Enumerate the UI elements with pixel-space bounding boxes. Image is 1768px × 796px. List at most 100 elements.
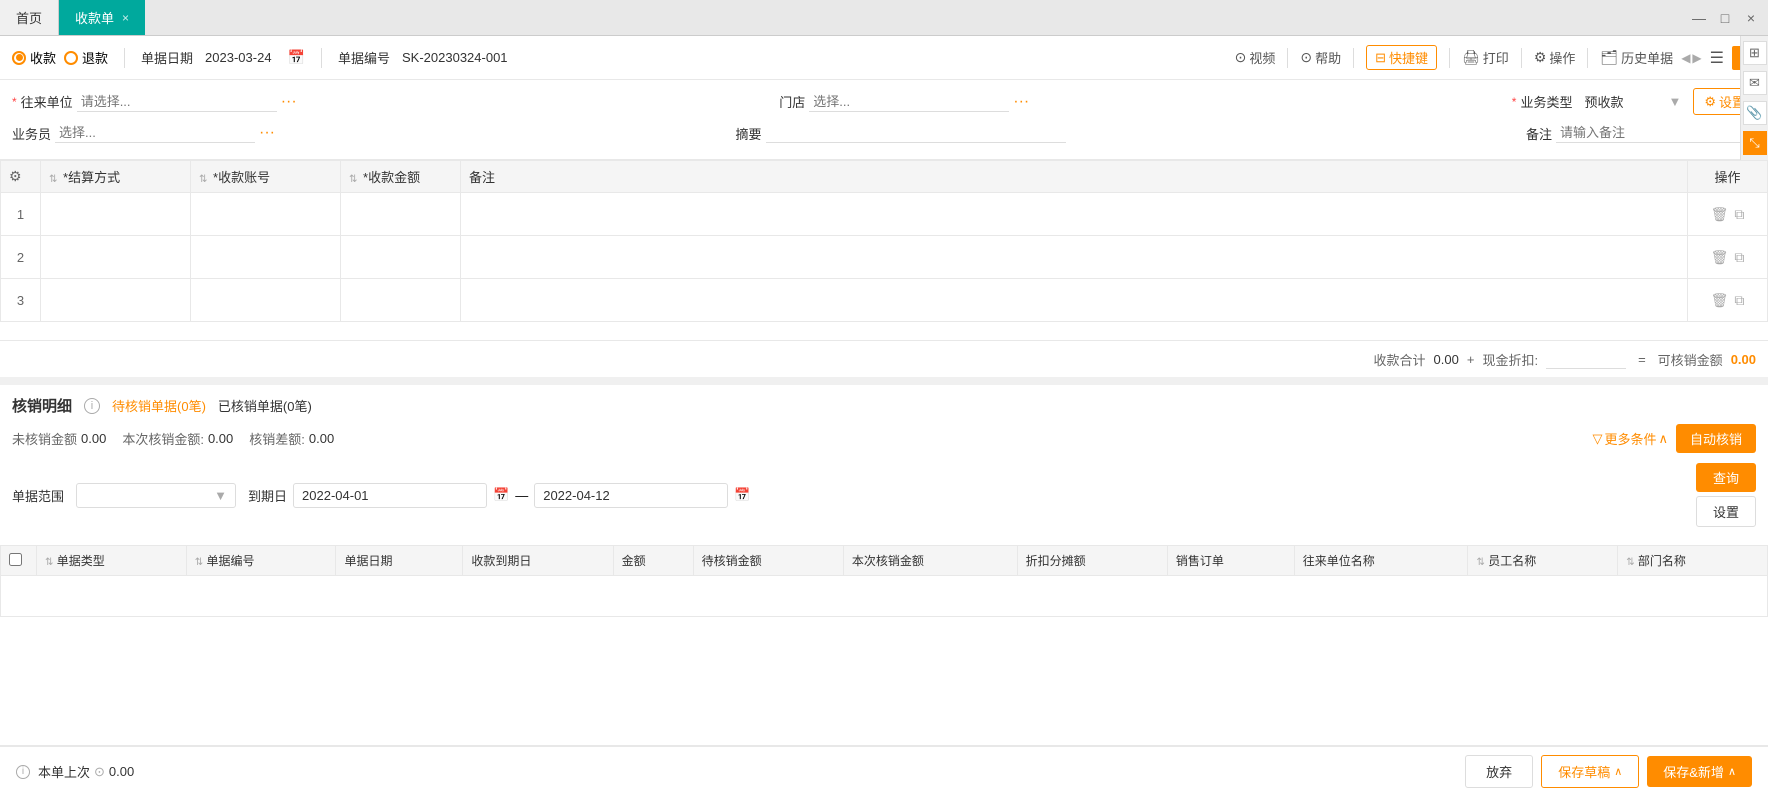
bottom-settings-btn[interactable]: 设置	[1696, 496, 1756, 527]
help-btn[interactable]: ⊙ 帮助	[1300, 48, 1341, 67]
settle-input-1[interactable]	[41, 193, 190, 235]
sidebar-clip-icon[interactable]: 📎	[1743, 101, 1767, 125]
tab-close-btn[interactable]: ×	[122, 11, 129, 25]
delete-icon-3[interactable]: 🗑	[1711, 292, 1729, 309]
print-btn[interactable]: 🖨 打印	[1462, 48, 1509, 67]
divider-5	[1449, 48, 1450, 68]
copy-icon-1[interactable]: ⧉	[1734, 206, 1744, 223]
sort-icon-b1: ⇅	[195, 557, 203, 568]
delete-icon-2[interactable]: 🗑	[1711, 249, 1729, 266]
summary-field: 摘要	[735, 123, 1065, 143]
settle-input-3[interactable]	[41, 279, 190, 321]
remark-row-input-1[interactable]	[461, 193, 1687, 235]
date-from-input[interactable]	[293, 483, 487, 508]
data-table: ⚙ ⇅ *结算方式 ⇅ *收款账号 ⇅ *收款金额 备注	[0, 160, 1768, 322]
radio-refund[interactable]: 退款	[64, 48, 108, 67]
form-area: * 往来单位 ··· 门店 ··· * 业务类型 预收款 ▼ ⚙ 设置	[0, 80, 1768, 160]
hexiao-info-icon[interactable]: i	[84, 398, 100, 414]
radio-receive[interactable]: 收款	[12, 48, 56, 67]
sidebar-email-icon[interactable]: ✉	[1743, 71, 1767, 95]
date-to-input[interactable]	[534, 483, 728, 508]
diff-stat: 核销差额: 0.00	[249, 429, 334, 448]
copy-icon-3[interactable]: ⧉	[1734, 292, 1744, 309]
account-input-3[interactable]	[191, 279, 340, 321]
auto-hexiao-btn[interactable]: 自动核销	[1676, 424, 1756, 453]
staff-input[interactable]	[55, 123, 255, 143]
bth-col-10: ⇅ 员工名称	[1468, 546, 1618, 576]
date-from-icon[interactable]: 📅	[493, 487, 509, 503]
divider-7	[1587, 48, 1588, 68]
range-field: 单据范围 ▼	[12, 483, 236, 508]
select-all-checkbox[interactable]	[9, 553, 22, 566]
date-calendar-icon[interactable]: 📅	[288, 49, 305, 66]
filter-icon: ▽	[1592, 431, 1602, 447]
footer-info-icon[interactable]: i	[16, 765, 30, 779]
th-remark-label: 备注	[469, 170, 495, 185]
table-row: 2 🗑 ⧉	[1, 236, 1768, 279]
tab-home[interactable]: 首页	[0, 0, 59, 35]
operate-btn[interactable]: ⚙ 操作	[1534, 48, 1576, 67]
win-minimize-btn[interactable]: —	[1690, 9, 1708, 27]
remark-input[interactable]	[1556, 123, 1756, 143]
empty-row	[1, 576, 1768, 617]
discount-input[interactable]	[1546, 349, 1626, 369]
diff-label: 核销差额:	[249, 429, 305, 448]
more-conditions-btn[interactable]: ▽ 更多条件 ∧	[1592, 429, 1668, 448]
tab-active[interactable]: 收款单 ×	[59, 0, 145, 35]
done-tab[interactable]: 已核销单据(0笔)	[218, 396, 312, 415]
nav-next-icon[interactable]: ▶	[1692, 51, 1701, 65]
counterpart-more-btn[interactable]: ···	[281, 93, 297, 111]
store-input[interactable]	[809, 92, 1009, 112]
nav-prev-icon[interactable]: ◀	[1681, 51, 1690, 65]
amount-input-2[interactable]	[341, 236, 460, 278]
win-close-btn[interactable]: ×	[1742, 9, 1760, 27]
table-row: 3 🗑 ⧉	[1, 279, 1768, 322]
pending-tab[interactable]: 待核销单据(0笔)	[112, 396, 206, 415]
delete-icon-1[interactable]: 🗑	[1711, 206, 1729, 223]
shortcut-label: 快捷键	[1389, 48, 1428, 67]
diff-value: 0.00	[309, 431, 334, 446]
sidebar-expand-icon[interactable]: ⤡	[1743, 131, 1767, 155]
account-input-2[interactable]	[191, 236, 340, 278]
counterpart-input[interactable]	[77, 92, 277, 112]
settle-input-2[interactable]	[41, 236, 190, 278]
sidebar-table-icon[interactable]: ⊞	[1743, 41, 1767, 65]
staff-more-btn[interactable]: ···	[259, 124, 275, 142]
biz-type-arrow-icon[interactable]: ▼	[1668, 94, 1681, 109]
remark-row-input-2[interactable]	[461, 236, 1687, 278]
save-new-btn[interactable]: 保存&新增 ∧	[1647, 756, 1752, 787]
summary-input[interactable]	[766, 123, 1066, 143]
range-select[interactable]: ▼	[76, 483, 236, 508]
divider-1	[124, 48, 125, 68]
nav-arrows: ◀ ▶	[1681, 51, 1701, 65]
video-btn[interactable]: ⊙ 视频	[1235, 48, 1276, 67]
account-cell-3	[191, 279, 341, 322]
biz-type-field: * 业务类型 预收款 ▼	[1512, 92, 1682, 111]
biz-type-required: *	[1512, 95, 1517, 109]
sort-amount-icon: ⇅	[349, 174, 357, 185]
save-draft-btn[interactable]: 保存草稿 ∧	[1541, 755, 1639, 788]
abandon-btn[interactable]: 放弃	[1465, 755, 1533, 788]
bth-col-11: ⇅ 部门名称	[1618, 546, 1768, 576]
table-gear-icon[interactable]: ⚙	[9, 168, 22, 184]
bth-col-2: 单据日期	[336, 546, 463, 576]
remark-row-input-3[interactable]	[461, 279, 1687, 321]
this-check-value: 0.00	[208, 431, 233, 446]
shortcut-btn[interactable]: ⊟ 快捷键	[1366, 45, 1437, 70]
three-lines-icon[interactable]: ☰	[1710, 48, 1724, 68]
history-btn[interactable]: 🗂 历史单据	[1600, 48, 1673, 67]
account-input-1[interactable]	[191, 193, 340, 235]
store-more-btn[interactable]: ···	[1013, 93, 1029, 111]
win-restore-btn[interactable]: □	[1716, 9, 1734, 27]
copy-icon-2[interactable]: ⧉	[1734, 249, 1744, 266]
th-account-label: *收款账号	[213, 170, 270, 185]
amount-input-3[interactable]	[341, 279, 460, 321]
query-btn[interactable]: 查询	[1696, 463, 1756, 492]
toolbar-right: ⊙ 视频 ⊙ 帮助 ⊟ 快捷键 🖨 打印 ⚙ 操作	[1235, 45, 1756, 70]
filter-row: 单据范围 ▼ 到期日 📅 — 📅 查询 设置	[12, 463, 1756, 527]
footer-left: i 本单上次 ⊙ 0.00	[16, 762, 134, 781]
row-num-3: 3	[1, 279, 41, 322]
amount-input-1[interactable]	[341, 193, 460, 235]
date-to-icon[interactable]: 📅	[734, 487, 750, 503]
discount-label: 现金折扣:	[1482, 350, 1538, 369]
